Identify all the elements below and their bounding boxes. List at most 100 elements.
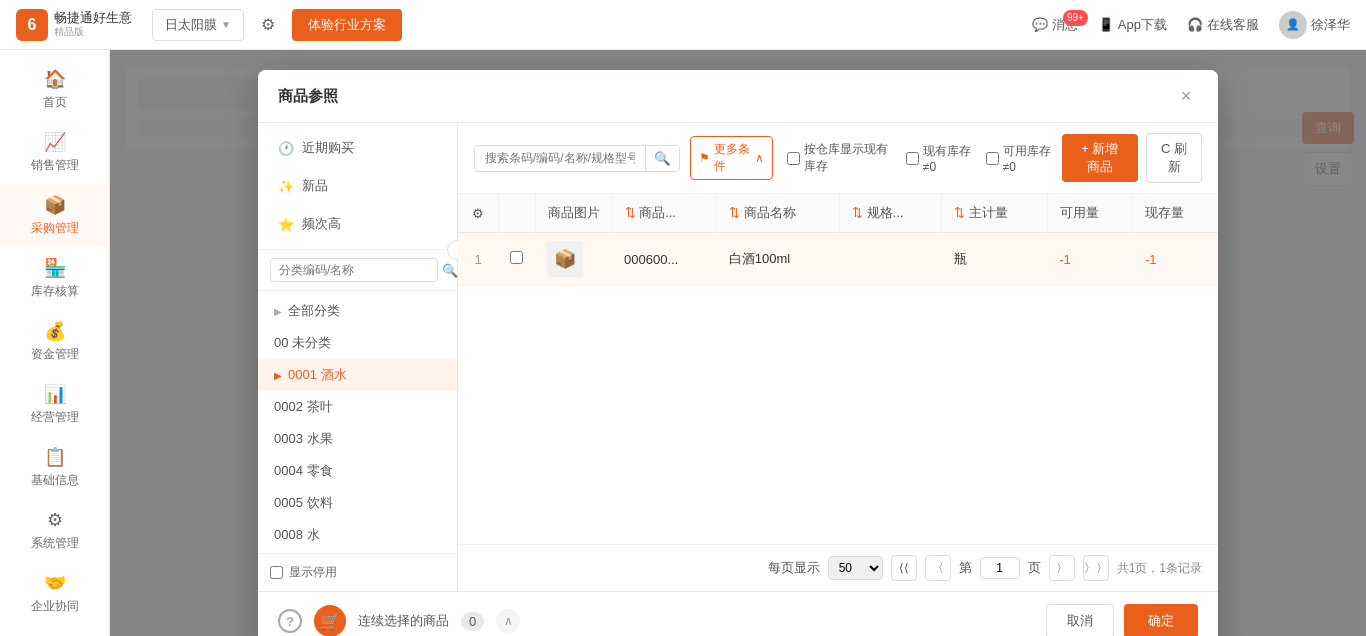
- product-search-input[interactable]: [475, 146, 645, 170]
- more-filter-arrow: ∧: [755, 151, 764, 165]
- product-thumbnail: 📦: [547, 241, 583, 277]
- col-code[interactable]: ⇅ 商品...: [612, 194, 717, 233]
- cat-0003[interactable]: 0003 水果: [258, 423, 457, 455]
- sidebar-item-inventory[interactable]: 🏪 库存核算: [0, 247, 109, 310]
- nonzero-stock-label: 现有库存≠0: [923, 143, 972, 174]
- add-product-button[interactable]: + 新增商品: [1062, 134, 1139, 182]
- confirm-button[interactable]: 确定: [1124, 604, 1198, 636]
- category-search-row: 🔍: [258, 250, 457, 291]
- quick-filter-new[interactable]: ✨ 新品: [270, 171, 445, 201]
- cart-button[interactable]: 🛒: [314, 605, 346, 636]
- check-available-stock[interactable]: 可用库存≠0: [986, 143, 1052, 174]
- next-page-button[interactable]: 〉: [1049, 555, 1075, 581]
- cat-all[interactable]: ▶ 全部分类: [258, 295, 457, 327]
- selected-text: 连续选择的商品: [358, 612, 449, 630]
- sidebar-item-purchase[interactable]: 📦 采购管理: [0, 184, 109, 247]
- nav-message[interactable]: 💬 消息 99+: [1032, 16, 1078, 34]
- filter-checkboxes: 按仓库显示现有库存 现有库存≠0 可用库存≠0: [787, 141, 1052, 175]
- cat-0001-arrow: ▶: [274, 370, 282, 381]
- first-page-button[interactable]: ⟨⟨: [891, 555, 917, 581]
- quick-filter-frequent[interactable]: ⭐ 频次高: [270, 209, 445, 239]
- check-nonzero-stock[interactable]: 现有库存≠0: [906, 143, 972, 174]
- quick-filter-recent[interactable]: 🕐 近期购买: [270, 133, 445, 163]
- category-search-input[interactable]: [270, 258, 438, 282]
- nonzero-stock-checkbox[interactable]: [906, 152, 919, 165]
- more-filter-button[interactable]: ⚑ 更多条件 ∧: [690, 136, 773, 180]
- modal-body: 🕐 近期购买 ✨ 新品 ⭐ 频次高: [258, 123, 1218, 591]
- sidebar-label-basic: 基础信息: [31, 472, 79, 489]
- nav-app-download[interactable]: 📱 App下载: [1098, 16, 1167, 34]
- total-info: 共1页，1条记录: [1117, 560, 1202, 577]
- row-available: -1: [1047, 233, 1133, 286]
- display-stopped-label: 显示停用: [289, 564, 337, 581]
- display-stopped-checkbox[interactable]: [270, 566, 283, 579]
- check-warehouse-stock[interactable]: 按仓库显示现有库存: [787, 141, 892, 175]
- message-badge: 99+: [1063, 10, 1088, 26]
- nav-customer-service[interactable]: 🎧 在线客服: [1187, 16, 1259, 34]
- sidebar-item-finance[interactable]: 💰 资金管理: [0, 310, 109, 373]
- sidebar-item-sales[interactable]: 📈 销售管理: [0, 121, 109, 184]
- sidebar-item-collab[interactable]: 🤝 企业协同: [0, 562, 109, 625]
- app-icon: 📱: [1098, 17, 1114, 32]
- col-unit[interactable]: ⇅ 主计量: [942, 194, 1047, 233]
- cat-all-arrow: ▶: [274, 306, 282, 317]
- cat-00[interactable]: 00 未分类: [258, 327, 457, 359]
- sidebar-item-home[interactable]: 🏠 首页: [0, 58, 109, 121]
- nav-user[interactable]: 👤 徐泽华: [1279, 11, 1350, 39]
- gear-button[interactable]: ⚙: [252, 9, 284, 41]
- help-button[interactable]: ?: [278, 609, 302, 633]
- cat-0001-label: 0001 酒水: [288, 366, 347, 384]
- per-page-label: 每页显示: [768, 559, 820, 577]
- action-buttons: + 新增商品 C 刷新: [1062, 133, 1203, 183]
- table-header-row: ⚙ 商品图片 ⇅ 商品... ⇅: [458, 194, 1218, 233]
- cat-0008[interactable]: 0008 水: [258, 519, 457, 551]
- cat-0004-label: 0004 零食: [274, 462, 333, 480]
- available-stock-checkbox[interactable]: [986, 152, 999, 165]
- modal-footer: ? 🛒 连续选择的商品 0 ∧ 取消 确定: [258, 591, 1218, 636]
- row-checkbox[interactable]: [510, 251, 523, 264]
- prev-page-button[interactable]: 〈: [925, 555, 951, 581]
- top-navbar: 6 畅捷通好生意 精品版 日太阳膜 ▼ ⚙ 体验行业方案 💬 消息 99+ 📱 …: [0, 0, 1366, 50]
- row-code: 000600...: [612, 233, 717, 286]
- row-image-cell: 📦: [535, 233, 612, 286]
- display-stopped-row: 显示停用: [258, 553, 457, 591]
- warehouse-stock-checkbox[interactable]: [787, 152, 800, 165]
- sidebar-item-basic[interactable]: 📋 基础信息: [0, 436, 109, 499]
- col-name[interactable]: ⇅ 商品名称: [717, 194, 840, 233]
- cart-icon: 🛒: [320, 612, 340, 631]
- new-label: 新品: [302, 177, 328, 195]
- cat-0004[interactable]: 0004 零食: [258, 455, 457, 487]
- nav-right: 💬 消息 99+ 📱 App下载 🎧 在线客服 👤 徐泽华: [1032, 11, 1350, 39]
- row-checkbox-cell[interactable]: [498, 233, 535, 286]
- trial-button[interactable]: 体验行业方案: [292, 9, 402, 41]
- col-settings[interactable]: ⚙: [458, 194, 498, 233]
- nav-selector[interactable]: 日太阳膜 ▼: [152, 9, 244, 41]
- col-spec[interactable]: ⇅ 规格...: [839, 194, 941, 233]
- per-page-select[interactable]: 50 100 200: [828, 556, 883, 580]
- col-stock: 现存量: [1133, 194, 1218, 233]
- page-unit: 页: [1028, 559, 1041, 577]
- quick-filters: 🕐 近期购买 ✨ 新品 ⭐ 频次高: [258, 123, 457, 250]
- product-search-button[interactable]: 🔍: [645, 146, 679, 171]
- logo-text: 畅捷通好生意: [54, 10, 132, 26]
- category-search-icon[interactable]: 🔍: [442, 263, 458, 278]
- last-page-button[interactable]: 〉〉: [1083, 555, 1109, 581]
- cat-0002[interactable]: 0002 茶叶: [258, 391, 457, 423]
- modal-title: 商品参照: [278, 87, 338, 106]
- sidebar-label-business: 经营管理: [31, 409, 79, 426]
- row-stock: -1: [1133, 233, 1218, 286]
- table-row[interactable]: 1 📦 000600... 白酒100ml: [458, 233, 1218, 286]
- refresh-button[interactable]: C 刷新: [1146, 133, 1202, 183]
- modal-close-button[interactable]: ×: [1174, 84, 1198, 108]
- sidebar-item-business[interactable]: 📊 经营管理: [0, 373, 109, 436]
- page-number-input[interactable]: [980, 557, 1020, 579]
- cat-0001[interactable]: ▶ 0001 酒水: [258, 359, 457, 391]
- cat-0005[interactable]: 0005 饮料: [258, 487, 457, 519]
- sidebar-item-guide[interactable]: 🎯 新手引导: [0, 625, 109, 636]
- collapse-cart-button[interactable]: ∧: [496, 609, 520, 633]
- sort-icon-code: ⇅: [625, 205, 636, 220]
- cancel-button[interactable]: 取消: [1046, 604, 1114, 636]
- recent-label: 近期购买: [302, 139, 354, 157]
- sidebar-item-system[interactable]: ⚙ 系统管理: [0, 499, 109, 562]
- system-icon: ⚙: [47, 509, 63, 531]
